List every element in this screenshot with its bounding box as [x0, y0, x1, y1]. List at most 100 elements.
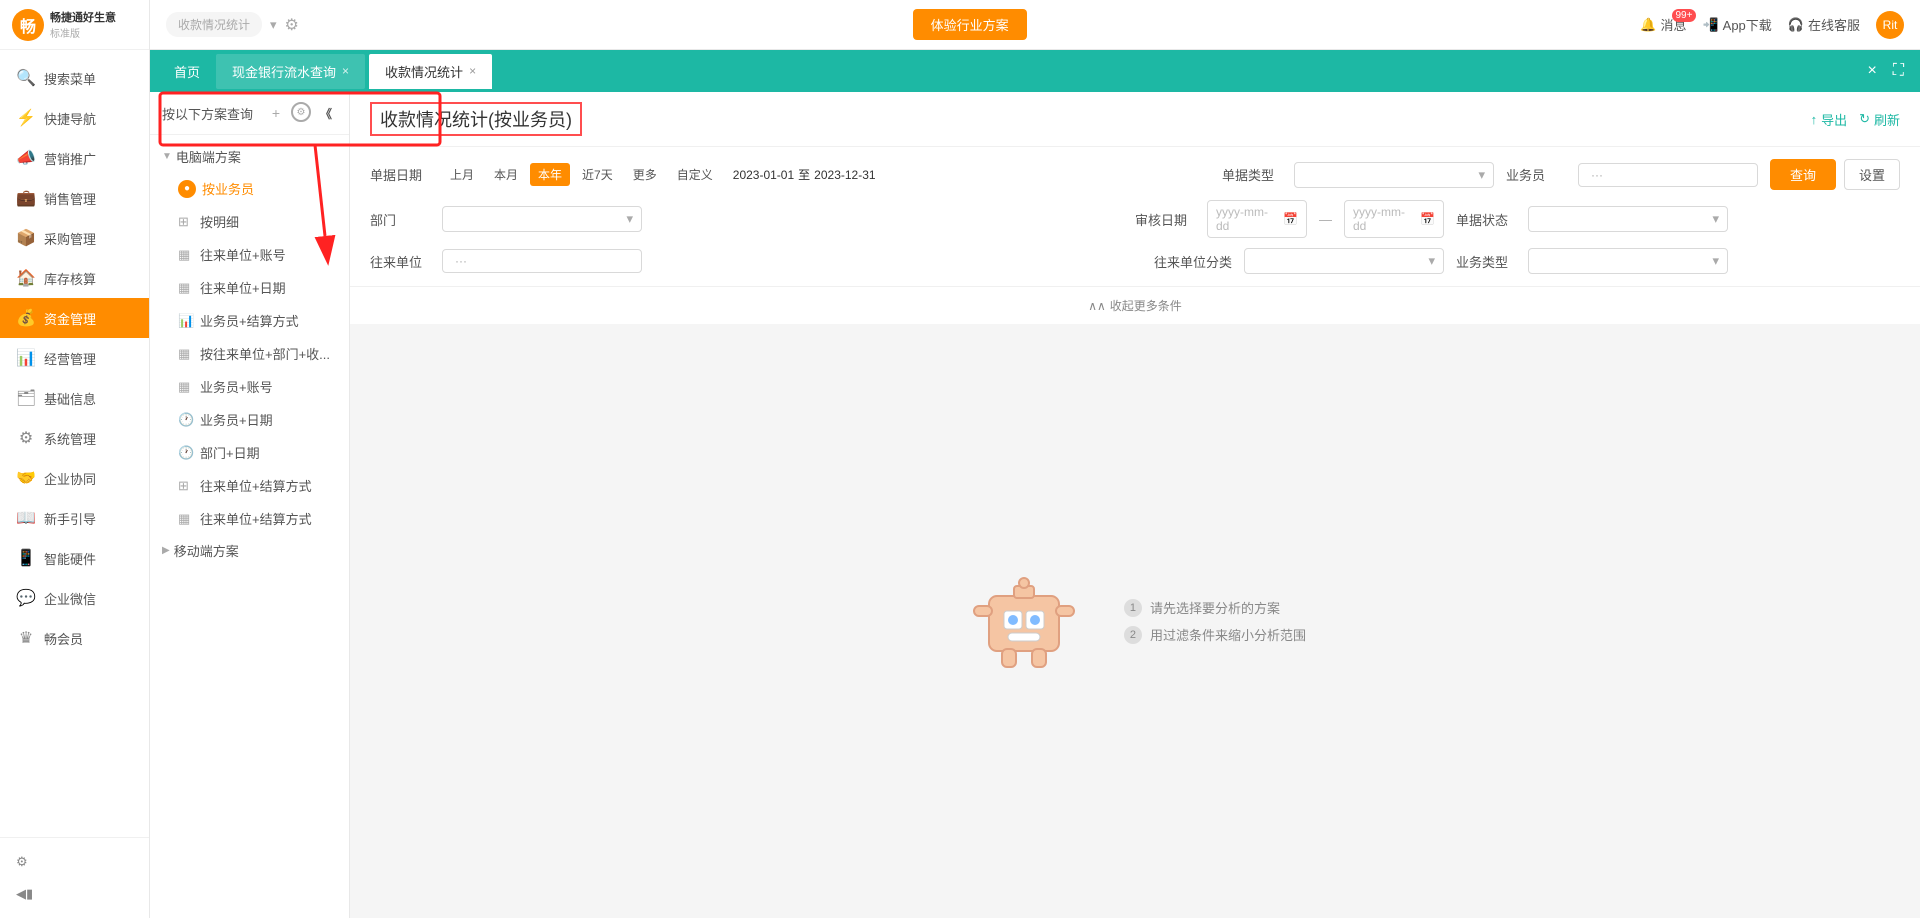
tip-num-2: 2 [1124, 626, 1142, 644]
add-scheme-button[interactable]: + [265, 102, 287, 124]
sidebar-item-system[interactable]: ⚙ 系统管理 [0, 418, 149, 458]
sidebar-item-basicinfo[interactable]: 🗂 基础信息 [0, 378, 149, 418]
audit-date-label: 审核日期 [1135, 210, 1195, 229]
app-download-button[interactable]: 📲 App下载 [1702, 15, 1771, 34]
tree-group-mobile[interactable]: ▶ 移动端方案 [150, 535, 349, 566]
page-content: 按以下方案查询 + ⚙ 《 ▼ 电脑端方案 ● 按业务员 ⊞ [150, 92, 1920, 918]
sidebar-collapse[interactable]: ◀▮ [0, 878, 149, 910]
date-tab-this-month[interactable]: 本月 [486, 163, 526, 186]
sidebar-item-member[interactable]: ♛ 畅会员 [0, 618, 149, 658]
sidebar-item-operations[interactable]: 📊 经营管理 [0, 338, 149, 378]
partner-cat-arrow-icon: ▾ [1428, 253, 1435, 269]
partner-select[interactable]: ··· [442, 249, 642, 273]
tree-group-pc-label: 电脑端方案 [176, 147, 241, 166]
audit-date-to[interactable]: yyyy-mm-dd 📅 [1344, 200, 1444, 238]
user-avatar[interactable]: Rit [1876, 11, 1904, 39]
tree-item-salesperson-account[interactable]: ▦ 业务员+账号 [150, 370, 349, 403]
close-tab-receipts[interactable]: × [469, 64, 476, 78]
partner-label: 往来单位 [370, 252, 430, 271]
top-header: 收款情况统计 ▾ ⚙ 体验行业方案 🔔 消息 99+ 📲 App下载 🎧 在线客… [150, 0, 1920, 50]
doc-type-arrow-icon: ▾ [1478, 167, 1485, 183]
phone-icon: 📱 [16, 548, 36, 568]
refresh-icon: ↻ [1859, 111, 1870, 127]
tree-item-salesperson-payment[interactable]: 📊 业务员+结算方式 [150, 304, 349, 337]
salesperson-more-icon[interactable]: ··· [1591, 168, 1603, 182]
sidebar-item-label: 智能硬件 [44, 549, 96, 568]
sidebar-item-wechat[interactable]: 💬 企业微信 [0, 578, 149, 618]
settings-icon: ⚙ [16, 854, 28, 870]
sidebar-item-search[interactable]: 🔍 搜索菜单 [0, 58, 149, 98]
sidebar-item-label: 新手引导 [44, 509, 96, 528]
tab-bar: 首页 现金银行流水查询 × 收款情况统计 × × ⛶ [150, 50, 1920, 92]
biz-type-select[interactable]: ▾ [1528, 248, 1728, 274]
sidebar-item-inventory[interactable]: 🏠 库存核算 [0, 258, 149, 298]
sidebar-item-finance[interactable]: 💰 资金管理 [0, 298, 149, 338]
sidebar-item-marketing[interactable]: 📣 营销推广 [0, 138, 149, 178]
sidebar-item-sales[interactable]: 💼 销售管理 [0, 178, 149, 218]
salesperson-select[interactable]: ··· [1578, 163, 1758, 187]
message-button[interactable]: 🔔 消息 99+ [1640, 15, 1686, 34]
logo-area: 畅 畅捷通好生意 标准版 [0, 0, 149, 50]
filter-row-2: 部门 ▾ 审核日期 yyyy-mm-dd 📅 — yyyy-mm-dd 📅 [370, 200, 1900, 238]
date-tab-7days[interactable]: 近7天 [574, 163, 621, 186]
filter-actions: 查询 设置 [1770, 159, 1900, 190]
date-tab-custom[interactable]: 自定义 [669, 163, 721, 186]
header-center: 体验行业方案 [299, 9, 1640, 40]
sidebar-settings[interactable]: ⚙ [0, 846, 149, 878]
export-button[interactable]: ↑ 导出 [1811, 110, 1848, 129]
window-maximize-button[interactable]: ⛶ [1885, 62, 1912, 80]
tree-item-partner-account[interactable]: ▦ 往来单位+账号 [150, 238, 349, 271]
tree-item-by-salesperson[interactable]: ● 按业务员 [150, 172, 349, 205]
tree-item-partner-date[interactable]: ▦ 往来单位+日期 [150, 271, 349, 304]
doc-status-select[interactable]: ▾ [1528, 206, 1728, 232]
date-tab-more[interactable]: 更多 [625, 163, 665, 186]
folder-icon: 🗂 [16, 388, 36, 408]
left-panel-title: 按以下方案查询 [162, 104, 253, 123]
gear-icon: ⚙ [16, 428, 36, 448]
grid-icon: ⊞ [178, 214, 194, 230]
tree-item-salesperson-date[interactable]: 🕐 业务员+日期 [150, 403, 349, 436]
bell-icon: 🔔 [1640, 17, 1656, 33]
sidebar-item-label: 销售管理 [44, 189, 96, 208]
collapse-filter-button[interactable]: ∧∧ 收起更多条件 [1088, 297, 1182, 314]
filter-settings-button[interactable]: 设置 [1844, 159, 1900, 190]
tree-item-partner-payment-2[interactable]: ▦ 往来单位+结算方式 [150, 502, 349, 535]
tree-item-by-detail[interactable]: ⊞ 按明细 [150, 205, 349, 238]
refresh-button[interactable]: ↻ 刷新 [1859, 110, 1900, 129]
left-panel: 按以下方案查询 + ⚙ 《 ▼ 电脑端方案 ● 按业务员 ⊞ [150, 92, 350, 918]
sidebar-item-purchase[interactable]: 📦 采购管理 [0, 218, 149, 258]
collapse-panel-button[interactable]: 《 [315, 102, 337, 124]
query-button[interactable]: 查询 [1770, 159, 1836, 190]
sidebar-item-label: 搜索菜单 [44, 69, 96, 88]
partner-category-select[interactable]: ▾ [1244, 248, 1444, 274]
tree-item-partner-payment-1[interactable]: ⊞ 往来单位+结算方式 [150, 469, 349, 502]
date-tab-last-month[interactable]: 上月 [442, 163, 482, 186]
close-tab-cash-flow[interactable]: × [342, 64, 349, 78]
empty-state: 1 请先选择要分析的方案 2 用过滤条件来缩小分析范围 [904, 501, 1366, 741]
online-service-button[interactable]: 🎧 在线客服 [1788, 15, 1860, 34]
tree-item-dept-date[interactable]: 🕐 部门+日期 [150, 436, 349, 469]
doc-type-select[interactable]: ▾ [1294, 162, 1494, 188]
sidebar-item-label: 畅会员 [44, 629, 83, 648]
header-settings-icon[interactable]: ⚙ [285, 15, 299, 35]
salesperson-label: 业务员 [1506, 165, 1566, 184]
tree-item-partner-dept-receipts[interactable]: ▦ 按往来单位+部门+收... [150, 337, 349, 370]
trial-button[interactable]: 体验行业方案 [913, 9, 1027, 40]
partner-more-icon[interactable]: ··· [455, 254, 467, 268]
audit-date-from[interactable]: yyyy-mm-dd 📅 [1207, 200, 1307, 238]
sidebar-item-hardware[interactable]: 📱 智能硬件 [0, 538, 149, 578]
window-close-button[interactable]: × [1859, 62, 1884, 80]
tree-group-pc[interactable]: ▼ 电脑端方案 [150, 141, 349, 172]
sidebar-item-quicknav[interactable]: ⚡ 快捷导航 [0, 98, 149, 138]
sidebar-item-guide[interactable]: 📖 新手引导 [0, 498, 149, 538]
dept-select[interactable]: ▾ [442, 206, 642, 232]
chevron-up-icon: ∧∧ [1088, 299, 1106, 313]
tab-cash-flow[interactable]: 现金银行流水查询 × [216, 54, 365, 89]
sidebar-item-label: 营销推广 [44, 149, 96, 168]
chevron-down-icon[interactable]: ▾ [270, 17, 277, 33]
sidebar-item-collab[interactable]: 🤝 企业协同 [0, 458, 149, 498]
date-tab-this-year[interactable]: 本年 [530, 163, 570, 186]
tab-home[interactable]: 首页 [158, 54, 216, 89]
scheme-settings-button[interactable]: ⚙ [291, 102, 311, 122]
tab-receipts[interactable]: 收款情况统计 × [369, 54, 492, 89]
